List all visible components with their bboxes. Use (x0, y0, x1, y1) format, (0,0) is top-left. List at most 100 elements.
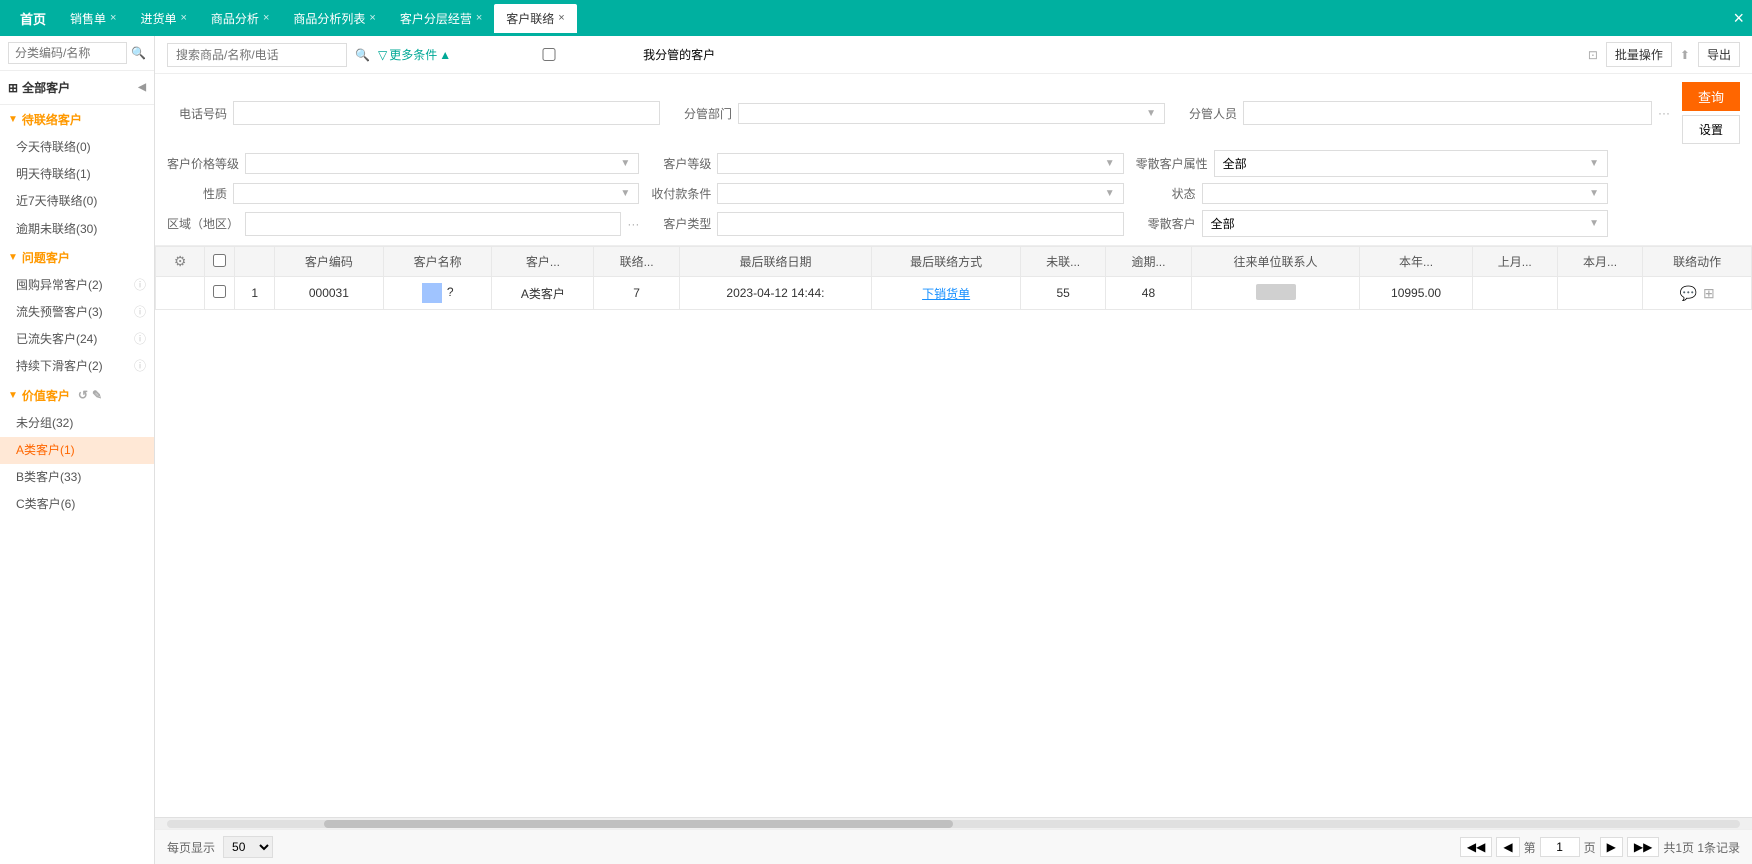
close-all-button[interactable]: × (1733, 8, 1744, 29)
col-name[interactable]: 客户名称 (383, 247, 492, 277)
all-customers-label: 全部客户 (22, 79, 70, 96)
filter-ctype-input[interactable] (717, 212, 1123, 236)
sidebar-item-unclassified[interactable]: 未分组(32) (0, 410, 154, 437)
sidebar-group-pending[interactable]: ▼ 待联络客户 (0, 105, 154, 134)
sidebar-item-today[interactable]: 今天待联络(0) (0, 134, 154, 161)
filter-region-dots[interactable]: ··· (627, 217, 639, 231)
collapse-icon[interactable]: ◀ (138, 82, 146, 93)
col-last-method[interactable]: 最后联络方式 (872, 247, 1021, 277)
batch-icon: ⊡ (1588, 48, 1598, 62)
col-action: 联络动作 (1643, 247, 1752, 277)
last-method-link[interactable]: 下销货单 (922, 287, 970, 301)
sidebar-item-class-a[interactable]: A类客户(1) (0, 437, 154, 464)
col-no-contact[interactable]: 未联... (1021, 247, 1106, 277)
page-number-input[interactable] (1540, 837, 1580, 857)
close-sales-icon[interactable]: × (110, 12, 116, 24)
row-checkbox[interactable] (213, 285, 226, 298)
sidebar-item-class-c[interactable]: C类客户(6) (0, 491, 154, 518)
sidebar-item-class-b[interactable]: B类客户(33) (0, 464, 154, 491)
nav-tab-home[interactable]: 首页 (8, 3, 58, 34)
row-checkbox-cell[interactable] (205, 277, 235, 310)
col-gear[interactable]: ⚙ (156, 247, 205, 277)
sidebar-item-hoard[interactable]: 囤购异常客户(2) ⓘ (0, 272, 154, 299)
search-input[interactable] (167, 43, 347, 67)
edit-group-icon[interactable]: ✎ (92, 388, 102, 402)
row-last-method-cell[interactable]: 下销货单 (872, 277, 1021, 310)
filter-nature-select[interactable]: ▼ (233, 183, 639, 204)
batch-button[interactable]: 批量操作 (1606, 42, 1672, 67)
page-size-select[interactable]: 50 (223, 836, 273, 858)
filter-payment-select[interactable]: ▼ (717, 183, 1123, 204)
sidebar-group-problem[interactable]: ▼ 问题客户 (0, 243, 154, 272)
filter-status-select[interactable]: ▼ (1202, 183, 1608, 204)
col-overdue[interactable]: 逾期... (1106, 247, 1191, 277)
close-product-list-icon[interactable]: × (369, 12, 375, 24)
nav-tab-customer-contact[interactable]: 客户联络 × (494, 4, 576, 33)
nav-tab-purchase[interactable]: 进货单 × (128, 4, 198, 33)
chat-icon[interactable]: 💬 (1680, 285, 1697, 302)
last-page-button[interactable]: ▶▶ (1627, 837, 1659, 857)
search-icon[interactable]: 🔍 (355, 48, 370, 62)
page-navigation: ◀◀ ◀ 第 页 ▶ ▶▶ 共1页 1条记录 (1460, 837, 1740, 857)
filter-manager-dots[interactable]: ··· (1658, 106, 1670, 120)
nav-tab-sales[interactable]: 销售单 × (58, 4, 128, 33)
settings-button[interactable]: 设置 (1682, 115, 1740, 144)
sidebar-item-overdue[interactable]: 逾期未联络(30) (0, 216, 154, 243)
qrcode-icon[interactable]: ⊞ (1703, 285, 1715, 302)
col-unit-contact[interactable]: 往来单位联系人 (1191, 247, 1360, 277)
col-code[interactable]: 客户编码 (275, 247, 384, 277)
my-customers-check[interactable] (459, 48, 639, 61)
sidebar-search-icon[interactable]: 🔍 (131, 46, 146, 60)
problem-group-label: 问题客户 (22, 249, 70, 266)
close-purchase-icon[interactable]: × (180, 12, 186, 24)
content-area: 🔍 ▽ 更多条件 ▲ 我分管的客户 ⊡ 批量操作 ⬆ 导出 电话号码 (155, 36, 1752, 864)
filter-payment-label: 收付款条件 (651, 185, 711, 202)
col-last-date[interactable]: 最后联络日期 (679, 247, 871, 277)
filter-retail-select[interactable]: 全部 ▼ (1202, 210, 1608, 237)
col-this-year[interactable]: 本年... (1360, 247, 1472, 277)
filter-price-select[interactable]: ▼ (245, 153, 639, 174)
page-of-label: 页 (1584, 839, 1596, 856)
filter-ctier-select[interactable]: ▼ (717, 153, 1123, 174)
filter-row-4: 区域（地区） ··· 客户类型 零散客户 全部 ▼ (167, 210, 1740, 237)
sidebar-item-declining[interactable]: 持续下滑客户(2) ⓘ (0, 353, 154, 380)
filter-button[interactable]: ▽ 更多条件 ▲ (378, 46, 451, 63)
next-page-button[interactable]: ▶ (1600, 837, 1623, 857)
sidebar-group-value[interactable]: ▼ 价值客户 ↺ ✎ (0, 381, 154, 410)
sidebar-item-tomorrow[interactable]: 明天待联络(1) (0, 161, 154, 188)
query-button[interactable]: 查询 (1682, 82, 1740, 111)
refresh-icon[interactable]: ↺ (78, 388, 88, 402)
close-customer-contact-icon[interactable]: × (558, 12, 564, 24)
filter-region-input[interactable] (245, 212, 621, 236)
sidebar-item-churn-warn[interactable]: 流失预警客户(3) ⓘ (0, 299, 154, 326)
sidebar-search-input[interactable] (8, 42, 127, 64)
horizontal-scrollbar[interactable] (155, 817, 1752, 829)
nav-tab-product-list[interactable]: 商品分析列表 × (281, 4, 387, 33)
filter-manager: 分管人员 ··· (1177, 101, 1670, 125)
my-customers-checkbox[interactable]: 我分管的客户 (459, 46, 715, 63)
sidebar-item-7days[interactable]: 近7天待联络(0) (0, 188, 154, 215)
nav-tab-product-analysis[interactable]: 商品分析 × (199, 4, 281, 33)
first-page-button[interactable]: ◀◀ (1460, 837, 1492, 857)
select-all-checkbox[interactable] (213, 254, 226, 267)
col-customer-type[interactable]: 客户... (492, 247, 594, 277)
table-gear-icon[interactable]: ⚙ (174, 253, 187, 269)
prev-page-button[interactable]: ◀ (1496, 837, 1519, 857)
close-product-analysis-icon[interactable]: × (263, 12, 269, 24)
close-customer-tier-icon[interactable]: × (476, 12, 482, 24)
col-contact-count[interactable]: 联络... (594, 247, 679, 277)
scrollbar-thumb[interactable] (324, 820, 953, 828)
filter-manager-input[interactable] (1243, 101, 1652, 125)
export-button[interactable]: 导出 (1698, 42, 1740, 67)
filter-dept-select[interactable]: ▼ (738, 103, 1165, 124)
grid-icon: ⊞ (8, 81, 18, 95)
sidebar-item-churned[interactable]: 已流失客户(24) ⓘ (0, 326, 154, 353)
sidebar-all-customers[interactable]: ⊞ 全部客户 ◀ (0, 71, 154, 105)
nav-tab-customer-tier[interactable]: 客户分层经营 × (388, 4, 494, 33)
table-area: ⚙ 客户编码 客户名称 客户... 联络... 最后联络日期 最后联络方式 未联… (155, 246, 1752, 817)
col-checkbox[interactable] (205, 247, 235, 277)
col-last-month[interactable]: 上月... (1472, 247, 1557, 277)
filter-retail-attr-select[interactable]: 全部 ▼ (1214, 150, 1608, 177)
col-this-month[interactable]: 本月... (1557, 247, 1642, 277)
filter-phone-input[interactable] (233, 101, 660, 125)
